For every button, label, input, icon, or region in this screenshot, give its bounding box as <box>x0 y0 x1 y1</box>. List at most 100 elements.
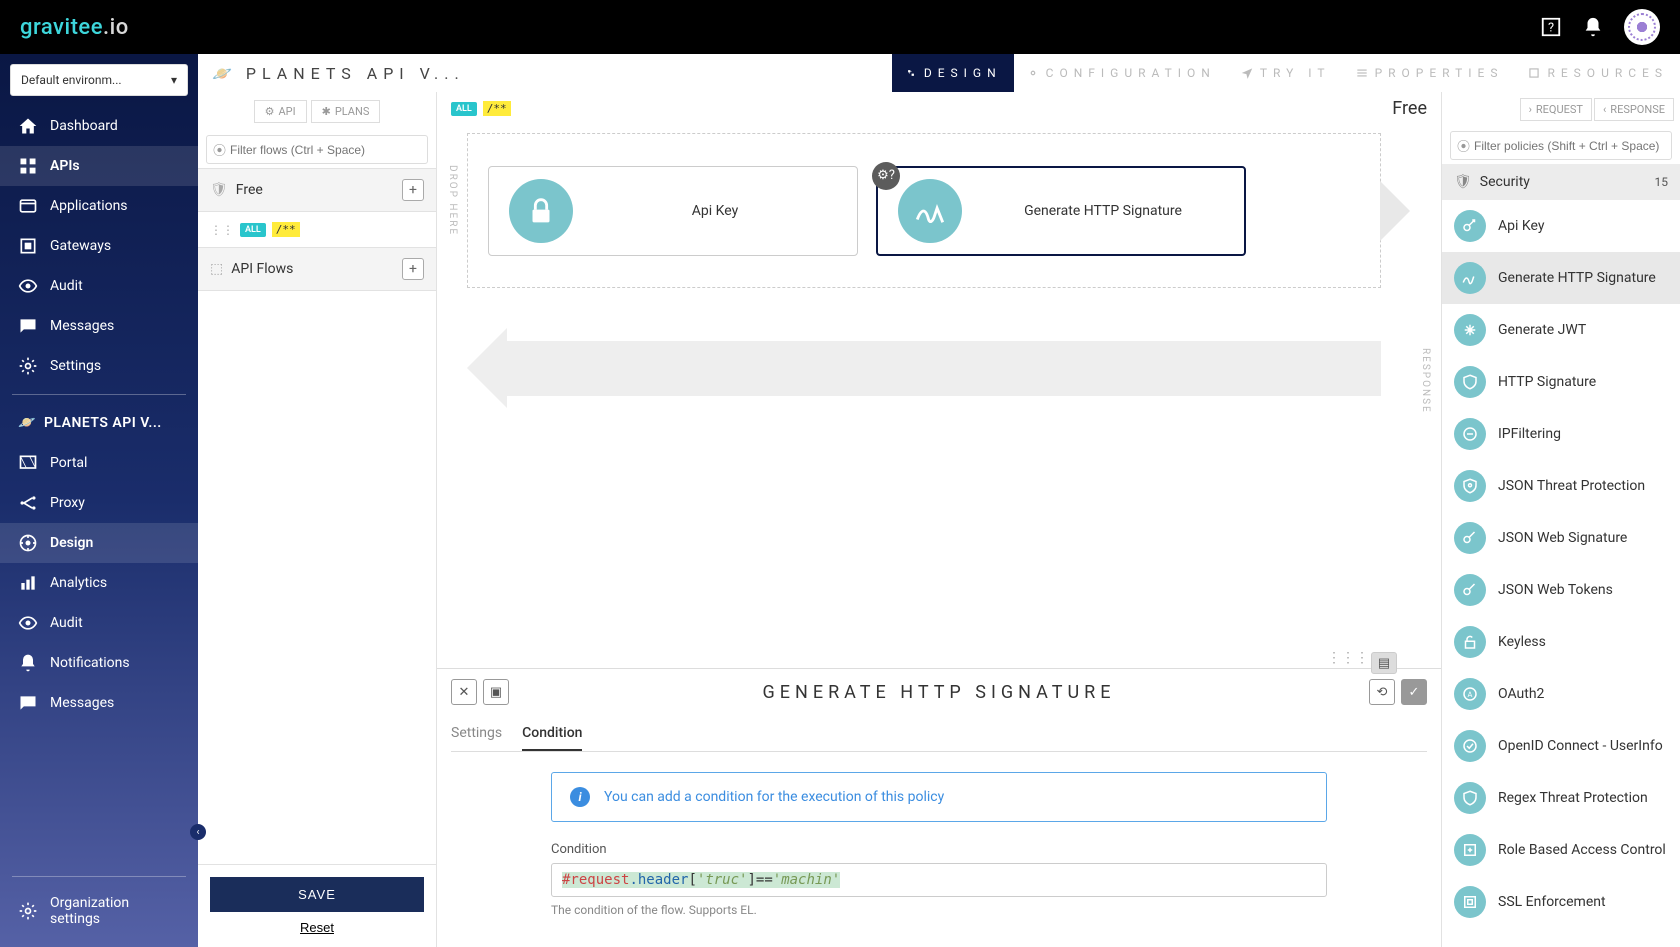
nav-proxy[interactable]: Proxy <box>0 483 198 523</box>
request-arrow-icon <box>1380 181 1410 241</box>
policy-label: Role Based Access Control <box>1498 842 1666 858</box>
tab-properties[interactable]: PROPERTIES <box>1343 54 1516 92</box>
nav-applications[interactable]: Applications <box>0 186 198 226</box>
plan-name: Free <box>1392 98 1427 119</box>
page-header: 🪐 PLANETS API V... DESIGN CONFIGURATION … <box>198 54 1680 92</box>
policy-card-generate-http-signature[interactable]: ⚙? Generate HTTP Signature <box>876 166 1246 256</box>
environment-selector[interactable]: Default environm... ▾ <box>10 64 188 96</box>
nav-apis[interactable]: APIs <box>0 146 198 186</box>
reset-policy-button[interactable]: ⟲ <box>1369 679 1395 705</box>
policies-search[interactable]: ⦿ <box>1450 131 1672 160</box>
nav-label: Dashboard <box>50 118 118 134</box>
policies-tab-response[interactable]: ‹RESPONSE <box>1594 98 1674 121</box>
policy-config-badge-icon: ⚙? <box>872 162 900 190</box>
tab-resources[interactable]: RESOURCES <box>1515 54 1680 92</box>
nav-api-audit[interactable]: Audit <box>0 603 198 643</box>
cube-icon: ⬚ <box>210 261 223 277</box>
policy-item[interactable]: HTTP Signature <box>1442 356 1680 408</box>
method-badge: ALL <box>240 223 266 237</box>
flows-tab-plans[interactable]: ✱PLANS <box>311 100 381 123</box>
flows-section-free[interactable]: 🛡Free + <box>198 168 436 212</box>
drag-handle-icon[interactable]: ⋮⋮ <box>210 223 234 237</box>
nav-audit[interactable]: Audit <box>0 266 198 306</box>
brand-logo[interactable]: gravitee.io <box>20 15 129 40</box>
tab-label: TRY IT <box>1260 66 1331 80</box>
nav-notifications[interactable]: Notifications <box>0 643 198 683</box>
nav-label: Portal <box>50 455 87 471</box>
nav-dashboard[interactable]: Dashboard <box>0 106 198 146</box>
editor-tab-settings[interactable]: Settings <box>451 717 502 751</box>
policy-item[interactable]: JSON Web Tokens <box>1442 564 1680 616</box>
nav-label: Audit <box>50 278 83 294</box>
chevron-right-icon: › <box>1529 103 1532 116</box>
add-flow-button[interactable]: + <box>402 179 424 201</box>
expand-editor-button[interactable]: ▣ <box>483 679 509 705</box>
signature-icon <box>898 179 962 243</box>
flow-item[interactable]: ⋮⋮ ALL /** <box>198 212 436 247</box>
layout-toggle-button[interactable]: ▤ <box>1371 652 1397 674</box>
topbar: gravitee.io ? <box>0 0 1680 54</box>
confirm-policy-button[interactable]: ✓ <box>1401 679 1427 705</box>
flows-section-api-flows[interactable]: ⬚API Flows + <box>198 247 436 291</box>
policies-section-security[interactable]: 🛡Security 15 <box>1442 164 1680 200</box>
policy-card-title: Generate HTTP Signature <box>982 203 1224 219</box>
divider <box>12 876 186 877</box>
policy-item[interactable]: OpenID Connect - UserInfo <box>1442 720 1680 772</box>
notifications-icon[interactable] <box>1582 16 1604 38</box>
flows-search-input[interactable] <box>230 143 421 157</box>
request-lane[interactable]: Api Key ⚙? Generate HTTP Signature <box>467 133 1381 288</box>
user-avatar[interactable] <box>1624 9 1660 45</box>
nav-api-messages[interactable]: Messages <box>0 683 198 723</box>
tab-configuration[interactable]: CONFIGURATION <box>1014 54 1228 92</box>
policy-item[interactable]: JSON Web Signature <box>1442 512 1680 564</box>
policies-tab-request[interactable]: › REQUEST <box>1520 98 1592 121</box>
nav-label: Audit <box>50 615 83 631</box>
nav-org-settings[interactable]: Organization settings <box>0 885 198 937</box>
resize-handle-icon[interactable]: ⋮⋮⋮ <box>1327 650 1369 666</box>
header-tabs: DESIGN CONFIGURATION TRY IT PROPERTIES R… <box>892 54 1680 92</box>
search-icon: ⦿ <box>213 140 226 159</box>
policies-panel: › REQUEST ‹RESPONSE ⦿ 🛡Security 15 Api Ke… <box>1441 92 1680 947</box>
page-title: PLANETS API V... <box>246 64 465 83</box>
search-icon: ⦿ <box>1457 136 1470 155</box>
policy-item[interactable]: Regex Threat Protection <box>1442 772 1680 824</box>
tab-try-it[interactable]: TRY IT <box>1228 54 1343 92</box>
nav-messages[interactable]: Messages <box>0 306 198 346</box>
sidebar-collapse-handle[interactable]: ‹ <box>190 824 206 840</box>
tab-label: REQUEST <box>1536 103 1583 116</box>
close-editor-button[interactable]: ✕ <box>451 679 477 705</box>
flows-search[interactable]: ⦿ <box>206 135 428 164</box>
policy-item[interactable]: SSL Enforcement <box>1442 876 1680 928</box>
save-button[interactable]: SAVE <box>210 877 424 912</box>
jwt-icon <box>1454 314 1486 346</box>
policy-item[interactable]: Keyless <box>1442 616 1680 668</box>
response-lane[interactable]: RESPONSE <box>467 318 1381 418</box>
policies-search-input[interactable] <box>1474 139 1665 153</box>
tab-label: CONFIGURATION <box>1046 66 1216 80</box>
policy-label: SSL Enforcement <box>1498 894 1606 910</box>
condition-input[interactable]: #request.header['truc']=='machin' <box>551 863 1327 897</box>
policy-item[interactable]: Api Key <box>1442 200 1680 252</box>
signature-icon <box>1454 262 1486 294</box>
policy-item[interactable]: JSON Threat Protection <box>1442 460 1680 512</box>
policy-item[interactable]: IPFiltering <box>1442 408 1680 460</box>
editor-tab-condition[interactable]: Condition <box>522 717 582 751</box>
flows-tab-api[interactable]: ⚙API <box>254 100 307 123</box>
nav-gateways[interactable]: Gateways <box>0 226 198 266</box>
nav-analytics[interactable]: Analytics <box>0 563 198 603</box>
policy-item[interactable]: Generate JWT <box>1442 304 1680 356</box>
add-flow-button[interactable]: + <box>402 258 424 280</box>
nav-settings[interactable]: Settings <box>0 346 198 386</box>
reset-button[interactable]: Reset <box>300 920 334 935</box>
gear-icon: ⚙ <box>265 105 275 118</box>
svg-text:A: A <box>1468 690 1473 699</box>
nav-portal[interactable]: Portal <box>0 443 198 483</box>
policy-card-api-key[interactable]: Api Key <box>488 166 858 256</box>
policy-item[interactable]: AOAuth2 <box>1442 668 1680 720</box>
tab-design[interactable]: DESIGN <box>892 54 1014 92</box>
nav-design[interactable]: Design <box>0 523 198 563</box>
plus-icon: + <box>409 261 417 277</box>
policy-item[interactable]: Role Based Access Control <box>1442 824 1680 876</box>
policy-item[interactable]: Generate HTTP Signature <box>1442 252 1680 304</box>
help-icon[interactable]: ? <box>1540 16 1562 38</box>
